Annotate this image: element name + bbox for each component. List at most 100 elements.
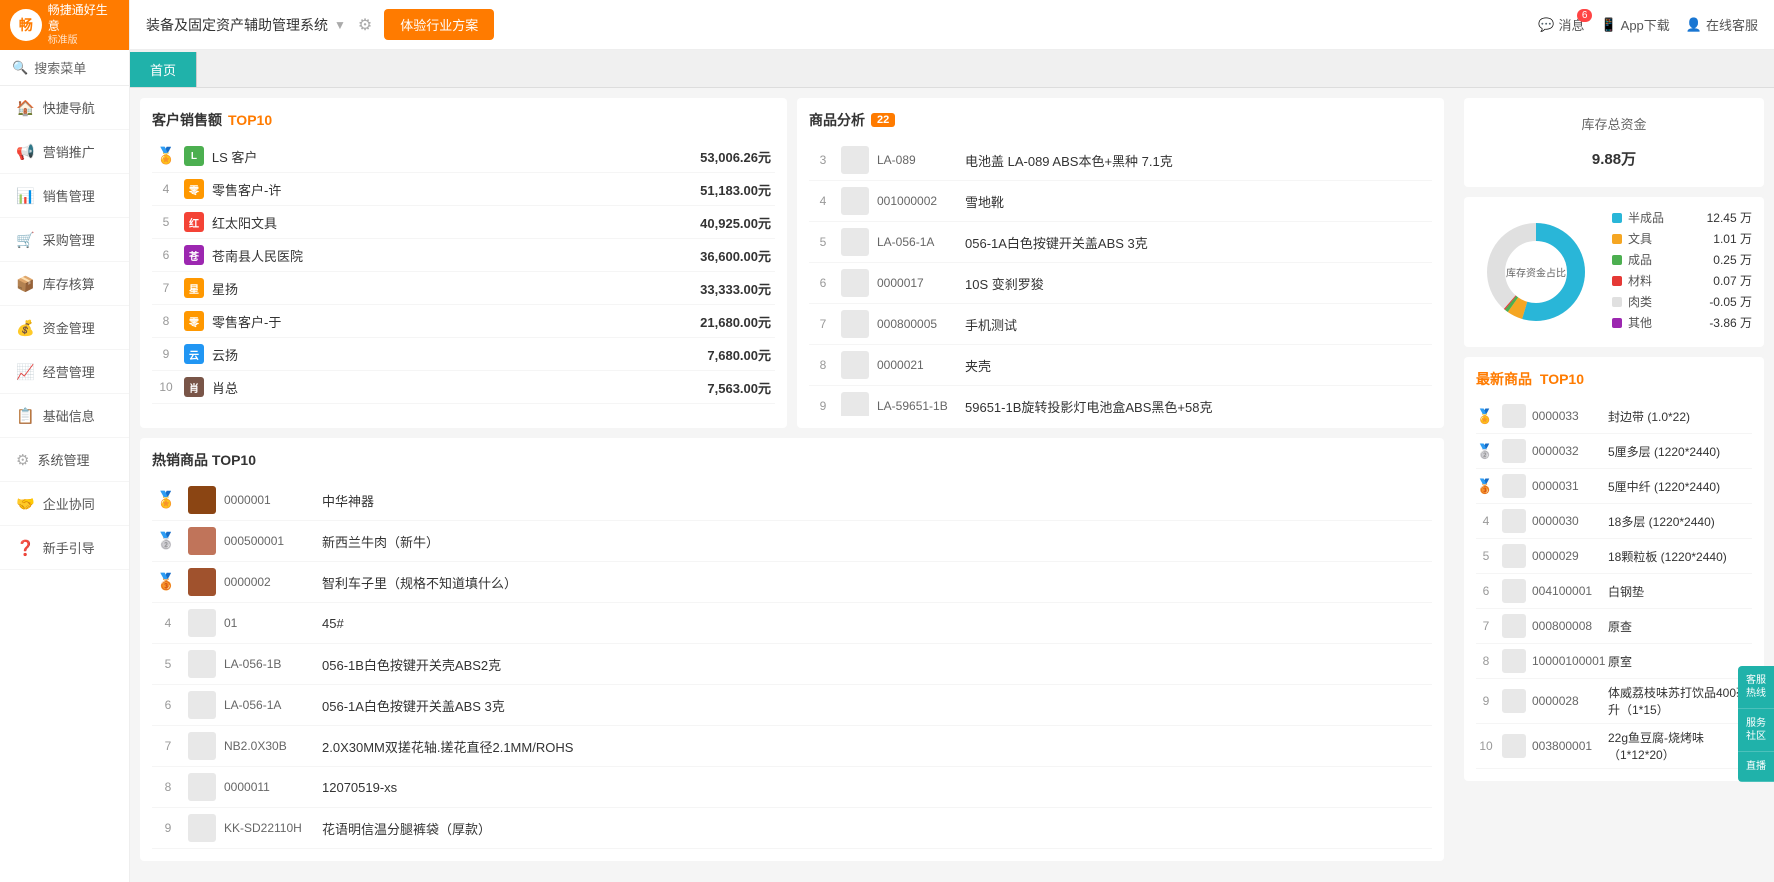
mobile-icon: 📱 [1600,17,1616,33]
table-row: 5 红 红太阳文具 40,925.00元 [152,206,775,239]
table-row: 🏅 0000033 封边带 (1.0*22) [1476,399,1752,434]
table-row: 🏅 L LS 客户 53,006.26元 [152,140,775,173]
tab-home[interactable]: 首页 [130,52,197,87]
sidebar-item-operations[interactable]: 📈 经营管理 [0,350,129,394]
table-row: 5 0000029 18颗粒板 (1220*2440) [1476,539,1752,574]
sidebar-item-system[interactable]: ⚙ 系统管理 [0,438,129,482]
search-menu[interactable]: 🔍 搜索菜单 [0,50,129,86]
chart-legend: 半成品 12.45 万 文具 1.01 万 成品 0.25 万 [1612,209,1752,335]
table-row: 🏅 0000001 中华神器 [152,480,1432,521]
sidebar-item-inventory[interactable]: 📦 库存核算 [0,262,129,306]
app-download-btn[interactable]: 📱 App下载 [1600,15,1669,34]
guide-icon: ❓ [16,539,35,557]
sales-ranking-list: 🏅 L LS 客户 53,006.26元 4 零 零售客户-许 51,183.0… [152,140,775,416]
list-item: 半成品 12.45 万 [1612,209,1752,226]
customer-avatar: 零 [184,179,204,199]
sidebar-item-guide[interactable]: ❓ 新手引导 [0,526,129,570]
product-image [841,392,869,416]
table-row: 6 004100001 白钢垫 [1476,574,1752,609]
product-ranking-title: 商品分析 22 [809,110,1432,130]
hot-products-panel: 热销商品 TOP10 🏅 0000001 中华神器 🥈 000500001 [140,438,1444,861]
sidebar-item-marketing[interactable]: 📢 营销推广 [0,130,129,174]
product-image [841,310,869,338]
topbar: 装备及固定资产辅助管理系统 ▼ ⚙ 体验行业方案 💬 消息 6 📱 App下载 … [130,0,1774,50]
table-row: 8 零 零售客户-于 21,680.00元 [152,305,775,338]
search-icon: 🔍 [12,60,28,76]
rank-medal-icon: 🏅 [156,490,180,510]
legend-color [1612,276,1622,286]
table-row: 5 LA-056-1A 056-1A白色按键开关盖ABS 3克 [809,222,1432,263]
table-row: 4 零 零售客户-许 51,183.00元 [152,173,775,206]
sidebar-item-purchase[interactable]: 🛒 采购管理 [0,218,129,262]
product-image [841,187,869,215]
inventory-chart-card: 库存资金占比 半成品 12.45 万 文具 1.01 万 [1464,197,1764,347]
page-tabs: 首页 [130,50,1774,88]
table-row: 10 肖 肖总 7,563.00元 [152,371,775,404]
legend-color [1612,255,1622,265]
settings-icon[interactable]: ⚙ [358,15,372,35]
product-image [1502,579,1526,603]
purchase-icon: 🛒 [16,231,35,249]
table-row: 6 苍 苍南县人民医院 36,600.00元 [152,239,775,272]
sales-ranking-panel: 客户销售额 TOP10 🏅 L LS 客户 53,006.26元 4 [140,98,787,428]
donut-chart: 库存资金占比 [1476,212,1596,332]
hot-products-list: 🏅 0000001 中华神器 🥈 000500001 新西兰牛肉（新牛） 🥉 [152,480,1432,849]
sidebar-item-basics[interactable]: 📋 基础信息 [0,394,129,438]
table-row: 5 LA-056-1B 056-1B白色按键开关壳ABS2克 [152,644,1432,685]
hot-products-title: 热销商品 TOP10 [152,450,1432,470]
message-btn[interactable]: 💬 消息 6 [1538,15,1584,34]
center-panels: 客户销售额 TOP10 🏅 L LS 客户 53,006.26元 4 [130,88,1454,882]
product-image [188,691,216,719]
sidebar-item-finance[interactable]: 💰 资金管理 [0,306,129,350]
sidebar-item-cooperation[interactable]: 🤝 企业协同 [0,482,129,526]
inventory-label: 库存总资金 [1480,114,1748,133]
inventory-value: 9.88万 [1480,139,1748,171]
sales-ranking-title: 客户销售额 TOP10 [152,110,775,130]
product-image [841,269,869,297]
new-products-title: 最新商品 TOP10 [1476,369,1752,389]
product-image [188,773,216,801]
float-service-panel: 客服热线 服务社区 直播 [1738,666,1774,782]
table-row: 6 LA-056-1A 056-1A白色按键开关盖ABS 3克 [152,685,1432,726]
legend-color [1612,318,1622,328]
new-products-list: 🏅 0000033 封边带 (1.0*22) 🥈 0000032 5厘多层 (1… [1476,399,1752,769]
product-image [188,527,216,555]
product-image [1502,404,1526,428]
product-image [1502,439,1526,463]
product-image [1502,544,1526,568]
product-image [188,568,216,596]
table-row: 3 LA-089 电池盖 LA-089 ABS本色+黑种 7.1克 [809,140,1432,181]
sidebar-logo: 畅 畅捷通好生意 标准版 [0,0,129,50]
table-row: 🥈 0000032 5厘多层 (1220*2440) [1476,434,1752,469]
float-service-hotline[interactable]: 客服热线 [1738,666,1774,709]
customer-avatar: 云 [184,344,204,364]
customer-avatar: 零 [184,311,204,331]
cooperation-icon: 🤝 [16,495,35,513]
float-service-community[interactable]: 服务社区 [1738,709,1774,752]
table-row: 🥉 0000002 智利车子里（规格不知道填什么） [152,562,1432,603]
list-item: 文具 1.01 万 [1612,230,1752,247]
marketing-icon: 📢 [16,143,35,161]
table-row: 7 NB2.0X30B 2.0X30MM双搓花轴.搓花直径2.1MM/ROHS [152,726,1432,767]
topbar-right: 💬 消息 6 📱 App下载 👤 在线客服 [1538,15,1758,34]
table-row: 6 0000017 10S 变刹罗狻 [809,263,1432,304]
trial-button[interactable]: 体验行业方案 [384,9,494,40]
rank-medal-2-icon: 🥈 [1476,443,1496,460]
message-icon: 💬 [1538,17,1554,33]
list-item: 其他 -3.86 万 [1612,314,1752,331]
online-service-btn[interactable]: 👤 在线客服 [1686,15,1758,34]
table-row: 7 000800008 原查 [1476,609,1752,644]
product-image [1502,689,1526,713]
product-image [188,732,216,760]
float-service-live[interactable]: 直播 [1738,752,1774,782]
customer-avatar: 星 [184,278,204,298]
sidebar-item-sales[interactable]: 📊 销售管理 [0,174,129,218]
customer-avatar: L [184,146,204,166]
product-ranking-list: 3 LA-089 电池盖 LA-089 ABS本色+黑种 7.1克 4 0010… [809,140,1432,416]
sidebar-item-quick-nav[interactable]: 🏠 快捷导航 [0,86,129,130]
inventory-total-card: 库存总资金 9.88万 [1464,98,1764,187]
product-image [841,351,869,379]
table-row: 7 000800005 手机测试 [809,304,1432,345]
product-image [188,650,216,678]
table-row: 8 0000011 12070519-xs [152,767,1432,808]
